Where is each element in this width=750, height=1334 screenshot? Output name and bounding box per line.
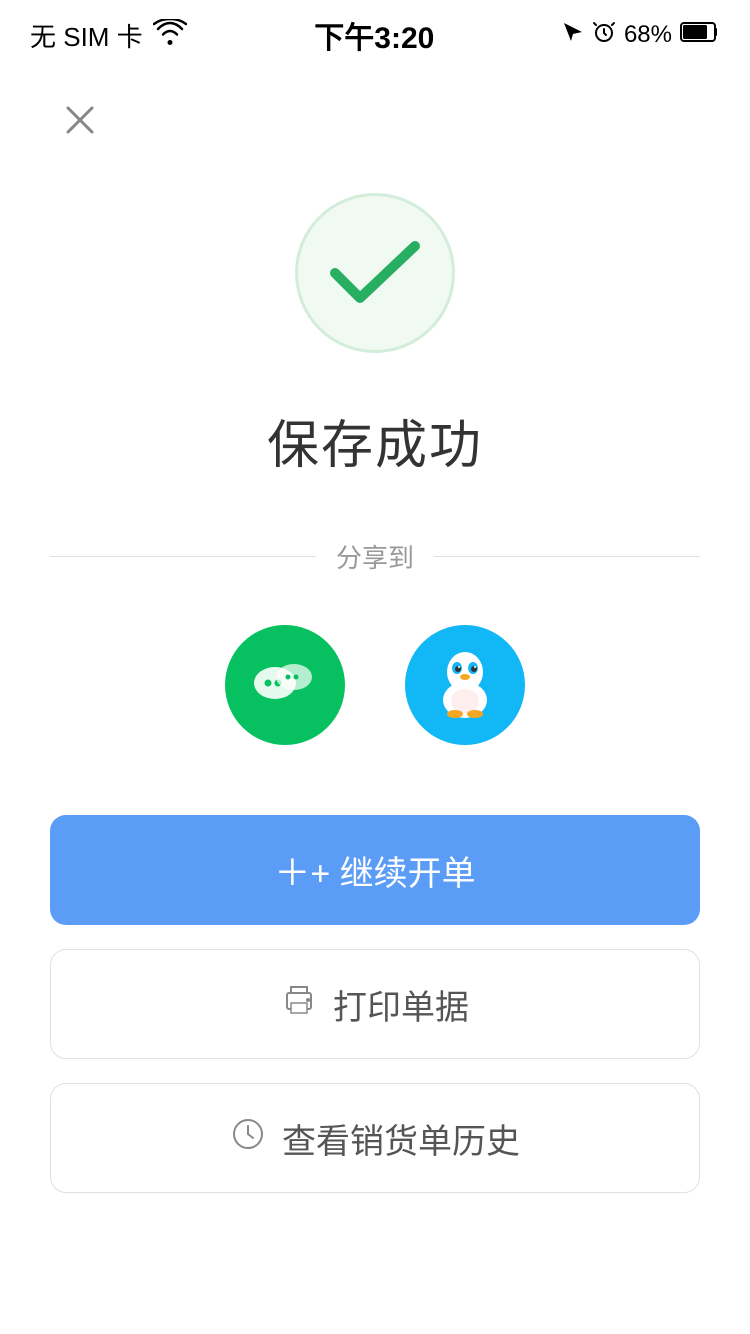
qq-share-button[interactable] (405, 625, 525, 745)
history-icon (230, 1116, 266, 1161)
checkmark-icon (330, 238, 420, 308)
status-left: 无 SIM 卡 (30, 17, 187, 54)
main-content: 保存成功 分享到 (0, 70, 750, 1193)
print-button[interactable]: 打印单据 (50, 949, 700, 1059)
history-button[interactable]: 查看销货单历史 (50, 1083, 700, 1193)
share-row (225, 625, 525, 745)
alarm-icon (592, 20, 616, 51)
history-label: 查看销货单历史 (282, 1114, 520, 1163)
close-button[interactable] (50, 90, 110, 153)
status-time: 下午3:20 (314, 13, 434, 57)
continue-button[interactable]: ＋ + 继续开单 (50, 815, 700, 925)
success-circle (295, 193, 455, 353)
location-icon (562, 21, 584, 50)
no-sim-text: 无 SIM 卡 (30, 17, 143, 54)
printer-icon (281, 983, 317, 1026)
close-button-container (50, 90, 700, 153)
action-buttons: ＋ + 继续开单 打印单据 查看销货单历 (50, 815, 700, 1193)
plus-icon: ＋ (274, 844, 310, 896)
share-divider: 分享到 (50, 538, 700, 575)
wifi-icon (153, 19, 187, 52)
divider-line-left (50, 556, 316, 557)
wechat-share-button[interactable] (225, 625, 345, 745)
battery-icon (680, 21, 720, 50)
share-label: 分享到 (336, 538, 414, 575)
status-bar: 无 SIM 卡 下午3:20 68% (0, 0, 750, 70)
continue-label: + 继续开单 (310, 846, 475, 895)
divider-line-right (434, 556, 700, 557)
print-label: 打印单据 (333, 980, 469, 1029)
status-right: 68% (562, 20, 720, 51)
battery-percent: 68% (624, 21, 672, 49)
success-title: 保存成功 (267, 403, 483, 478)
